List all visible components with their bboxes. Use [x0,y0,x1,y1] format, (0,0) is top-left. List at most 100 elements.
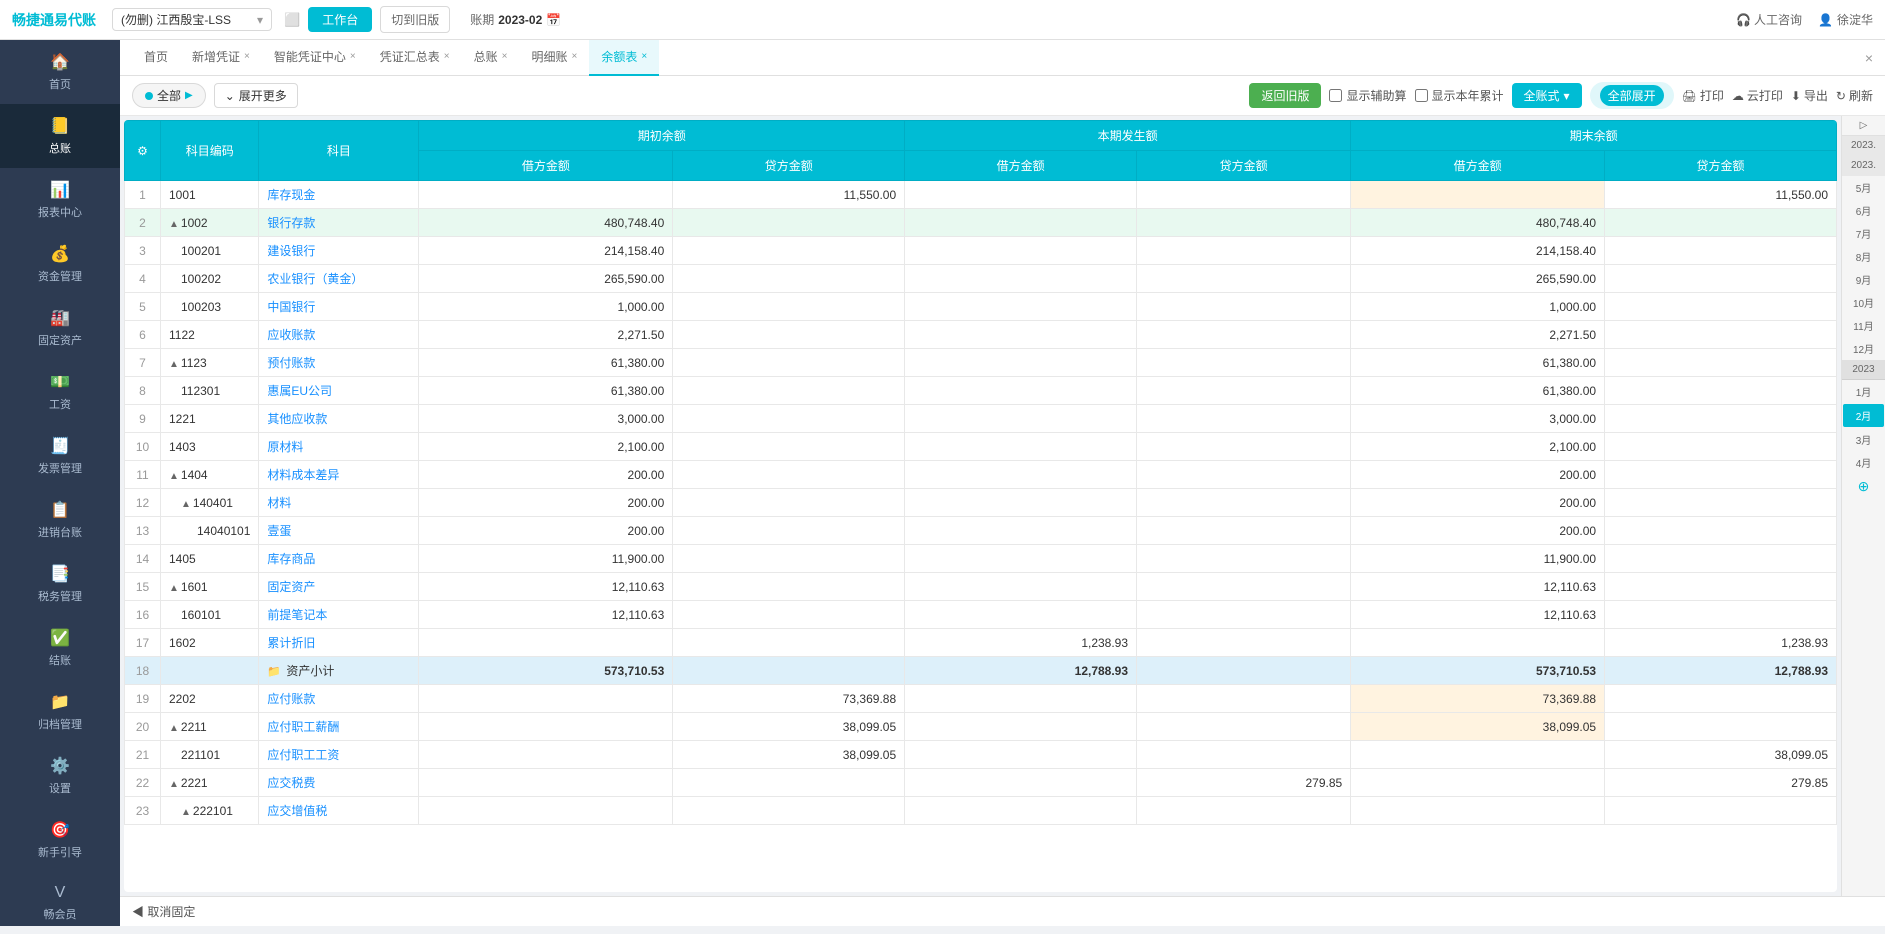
switch-version-button[interactable]: 切到旧版 [380,6,450,33]
month-dec[interactable]: 12月 [1842,337,1885,360]
sidebar-item-member[interactable]: V 畅会员 [0,872,120,934]
collapse-icon[interactable]: ▲ [169,723,179,734]
sidebar-item-settle[interactable]: ✅ 结账 [0,616,120,680]
calendar-icon[interactable]: 📅 [546,13,561,27]
tab-add-voucher-close[interactable]: × [244,51,250,62]
open-credit [673,209,905,237]
content-area: ⚙ 科目编码 科目 期初余额 本期发生额 期末余额 借方金额 贷方金额 借方金额 [120,116,1885,896]
company-selector[interactable]: (勿删) 江西殷宝-LSS ▾ [112,8,272,31]
purchase-icon: 📋 [50,500,70,520]
filter-dot [145,92,153,100]
tab-home[interactable]: 首页 [132,40,180,76]
print-button[interactable]: 🖨 打印 [1682,87,1724,104]
sidebar-item-home[interactable]: 🏠 首页 [0,40,120,104]
close-debit: 265,590.00 [1351,265,1605,293]
cur-debit [905,405,1137,433]
sidebar-item-purchase[interactable]: 📋 进销台账 [0,488,120,552]
show-yearly-checkbox-group: 显示本年累计 [1415,87,1504,104]
return-old-button[interactable]: 返回旧版 [1249,83,1321,108]
collapse-icon[interactable]: ▲ [181,807,191,818]
month-sep[interactable]: 9月 [1842,268,1885,291]
tab-balance-sheet[interactable]: 余额表 × [589,40,659,76]
month-may[interactable]: 5月 [1842,176,1885,199]
tab-voucher-summary[interactable]: 凭证汇总表 × [368,40,462,76]
collapse-icon[interactable]: ▲ [169,779,179,790]
month-feb[interactable]: 2月 [1843,404,1884,427]
th-settings[interactable]: ⚙ [125,121,161,181]
user-name: 徐淀华 [1837,11,1873,28]
sidebar-item-tax[interactable]: 📑 税务管理 [0,552,120,616]
cur-credit [1137,713,1351,741]
collapse-icon[interactable]: ▲ [169,219,179,230]
copy-icon[interactable]: ⬜ [284,12,300,28]
unfix-button[interactable]: ◀ 取消固定 [132,903,195,920]
sidebar-item-settings[interactable]: ⚙️ 设置 [0,744,120,808]
row-num: 9 [125,405,161,433]
close-debit: 2,271.50 [1351,321,1605,349]
month-aug[interactable]: 8月 [1842,245,1885,268]
cur-credit [1137,209,1351,237]
expand-panel-arrow[interactable]: ▷ [1842,116,1885,136]
month-jan[interactable]: 1月 [1842,380,1885,403]
cur-credit [1137,293,1351,321]
refresh-button[interactable]: ↻ 刷新 [1836,87,1873,104]
row-num: 1 [125,181,161,209]
expand-all-toggle-button[interactable]: 全部展开 [1600,85,1664,106]
sidebar-item-archive[interactable]: 📁 归档管理 [0,680,120,744]
tab-general-ledger[interactable]: 总账 × [462,40,520,76]
sidebar-item-newbie[interactable]: 🎯 新手引导 [0,808,120,872]
cur-debit [905,769,1137,797]
sidebar-item-report[interactable]: 📊 报表中心 [0,168,120,232]
tab-balance-sheet-close[interactable]: × [641,51,647,62]
open-credit [673,293,905,321]
tab-smart-center[interactable]: 智能凭证中心 × [262,40,368,76]
month-apr[interactable]: 4月 [1842,451,1885,474]
month-nov[interactable]: 11月 [1842,314,1885,337]
table-row: 11 ▲1404 材料成本差异 200.00 200.00 [125,461,1837,489]
tab-detail-ledger-close[interactable]: × [571,51,577,62]
month-jun[interactable]: 6月 [1842,199,1885,222]
settings-gear-icon[interactable]: ⚙ [137,144,148,158]
row-num: 15 [125,573,161,601]
cur-credit [1137,181,1351,209]
filter-all-button[interactable]: 全部 ▶ [132,83,206,108]
user-info[interactable]: 👤 徐淀华 [1818,11,1873,28]
sidebar-item-invoice[interactable]: 🧾 发票管理 [0,424,120,488]
add-period-button[interactable]: ⊕ [1842,474,1885,499]
close-debit: 12,110.63 [1351,573,1605,601]
tab-general-ledger-close[interactable]: × [502,51,508,62]
sidebar-item-capital[interactable]: 💰 资金管理 [0,232,120,296]
cur-credit [1137,489,1351,517]
export-button[interactable]: ⬇ 导出 [1791,87,1828,104]
close-main-button[interactable]: × [1865,50,1873,66]
expand-more-button[interactable]: ⌄ 展开更多 [214,83,298,108]
full-mode-button[interactable]: 全账式 ▾ [1512,83,1582,108]
account-name: 原材料 [259,433,419,461]
balance-table: ⚙ 科目编码 科目 期初余额 本期发生额 期末余额 借方金额 贷方金额 借方金额 [124,120,1837,825]
month-mar[interactable]: 3月 [1842,428,1885,451]
collapse-icon[interactable]: ▲ [169,471,179,482]
show-yearly-checkbox[interactable] [1415,89,1428,102]
consult-button[interactable]: 🎧 人工咨询 [1736,11,1802,28]
tab-smart-center-close[interactable]: × [350,51,356,62]
collapse-icon[interactable]: ▲ [181,499,191,510]
sidebar-item-fixed[interactable]: 🏭 固定资产 [0,296,120,360]
tab-add-voucher[interactable]: 新增凭证 × [180,40,262,76]
show-aux-checkbox[interactable] [1329,89,1342,102]
tab-detail-ledger[interactable]: 明细账 × [519,40,589,76]
open-credit [673,797,905,825]
collapse-icon[interactable]: ▲ [169,583,179,594]
collapse-icon[interactable]: ▲ [169,359,179,370]
workbench-button[interactable]: 工作台 [308,7,372,32]
sidebar-item-ledger[interactable]: 📒 总账 [0,104,120,168]
month-jul[interactable]: 7月 [1842,222,1885,245]
month-oct[interactable]: 10月 [1842,291,1885,314]
tab-voucher-summary-close[interactable]: × [444,51,450,62]
open-credit: 73,369.88 [673,685,905,713]
cloud-print-button[interactable]: ☁ 云打印 [1732,87,1783,104]
sidebar-item-salary[interactable]: 💵 工资 [0,360,120,424]
bottom-bar[interactable]: ◀ 取消固定 [120,896,1885,926]
app-logo: 畅捷通易代账 [12,10,96,30]
close-credit [1605,321,1837,349]
open-credit: 38,099.05 [673,741,905,769]
